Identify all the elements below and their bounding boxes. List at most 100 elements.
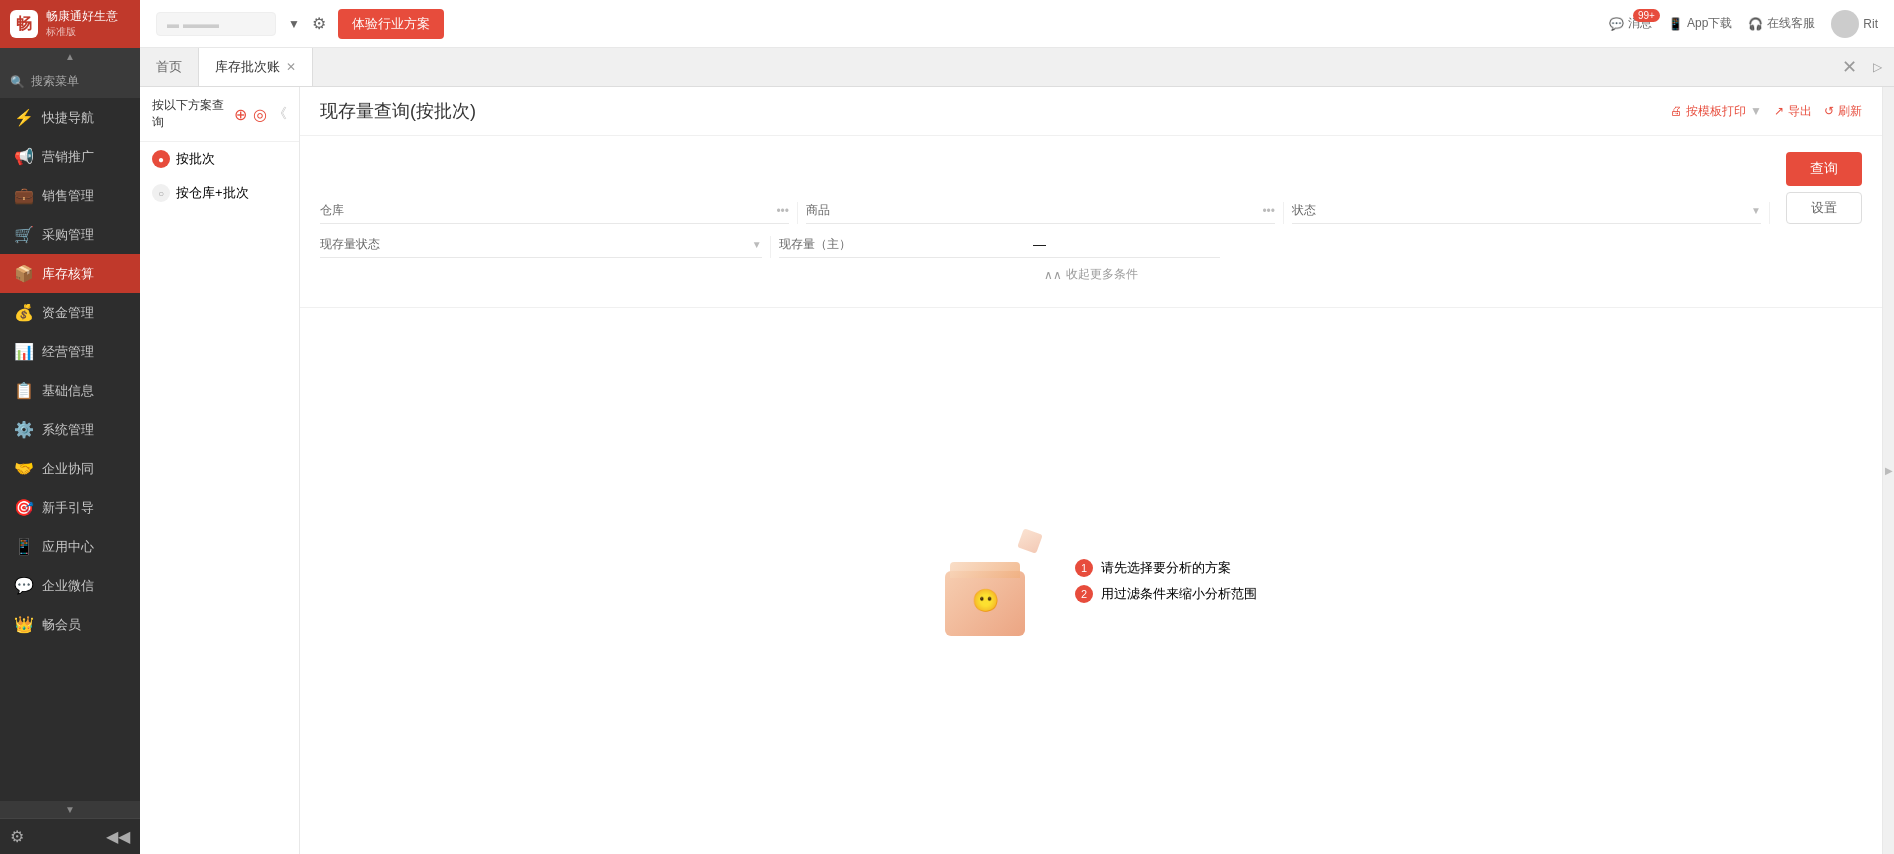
nav-icon-marketing: 📢 [14,147,34,166]
nav-label-newbie: 新手引导 [42,499,94,517]
empty-state-content: 😶 1 请先选择要分析的方案 2 用过滤条件来缩小分析范围 [925,526,1257,636]
goods-more-icon[interactable]: ••• [1262,204,1275,218]
topbar-actions: 💬 消息 99+ 📱 App下载 🎧 在线客服 Rit [1609,10,1878,38]
sidebar-item-apps[interactable]: 📱 应用中心 [0,527,140,566]
panel-expand-icon[interactable]: ▷ [1873,60,1882,74]
collapse-sidebar-icon[interactable]: ◀◀ [106,827,130,846]
nav-label-inventory: 库存核算 [42,265,94,283]
step-2-text: 用过滤条件来缩小分析范围 [1101,585,1257,603]
template-print-button[interactable]: 🖨 按模板打印 ▼ [1670,103,1762,120]
sidebar-search[interactable]: 🔍 搜索菜单 [0,65,140,98]
tab-bar: 首页 库存批次账 ✕ ✕ ▷ [140,48,1894,87]
scheme-item-by-warehouse-batch[interactable]: ○ 按仓库+批次 [140,176,299,210]
sidebar-item-sales[interactable]: 💼 销售管理 [0,176,140,215]
tab-home[interactable]: 首页 [140,48,199,86]
sidebar-item-operations[interactable]: 📊 经营管理 [0,332,140,371]
scheme-panel-header: 按以下方案查询 ⊕ ◎ 《 [140,87,299,142]
scheme-item-by-batch[interactable]: ● 按批次 [140,142,299,176]
nav-icon-purchase: 🛒 [14,225,34,244]
nav-label-sales: 销售管理 [42,187,94,205]
message-icon: 💬 [1609,17,1624,31]
nav-icon-quick-nav: ⚡ [14,108,34,127]
stock-quantity-label: 现存量（主） [779,236,851,253]
sidebar-nav: ⚡ 快捷导航 📢 营销推广 💼 销售管理 🛒 采购管理 📦 库存核算 💰 资金管… [0,98,140,801]
tab-batch-account[interactable]: 库存批次账 ✕ [199,48,313,86]
sidebar: 畅 畅康通好生意 标准版 ▲ 🔍 搜索菜单 ⚡ 快捷导航 📢 营销推广 💼 销售… [0,0,140,854]
nav-icon-sales: 💼 [14,186,34,205]
app-subtitle: 标准版 [46,25,118,39]
search-icon: 🔍 [10,75,25,89]
warehouse-more-icon[interactable]: ••• [776,204,789,218]
empty-illustration: 😶 [925,526,1045,636]
sidebar-scroll-down[interactable]: ▼ [0,801,140,818]
page-header: 现存量查询(按批次) 🖨 按模板打印 ▼ ↗ 导出 ↺ 刷新 [300,87,1882,136]
right-sidebar-toggle[interactable]: ▶ [1882,87,1894,854]
nav-label-quick-nav: 快捷导航 [42,109,94,127]
sidebar-item-quick-nav[interactable]: ⚡ 快捷导航 [0,98,140,137]
status-dropdown-icon[interactable]: ▼ [1751,205,1761,216]
query-panel: 现存量查询(按批次) 🖨 按模板打印 ▼ ↗ 导出 ↺ 刷新 [300,87,1882,854]
empty-state: 😶 1 请先选择要分析的方案 2 用过滤条件来缩小分析范围 [300,308,1882,854]
right-toggle-icon: ▶ [1885,465,1893,476]
filter-area: 仓库 ••• 商品 ••• 状态 ▼ [300,136,1882,308]
nav-label-members: 畅会员 [42,616,81,634]
topbar-dropdown[interactable]: ▼ [288,17,300,31]
online-service-action[interactable]: 🎧 在线客服 [1748,15,1815,32]
collapse-button[interactable]: ∧∧ 收起更多条件 [320,258,1862,291]
sidebar-item-finance[interactable]: 💰 资金管理 [0,293,140,332]
sidebar-item-marketing[interactable]: 📢 营销推广 [0,137,140,176]
empty-step-1: 1 请先选择要分析的方案 [1075,559,1257,577]
app-download-action[interactable]: 📱 App下载 [1668,15,1732,32]
export-icon: ↗ [1774,104,1784,118]
query-button[interactable]: 查询 [1786,152,1862,186]
scheme-icon-inactive: ○ [152,184,170,202]
step-2-number: 2 [1075,585,1093,603]
nav-label-purchase: 采购管理 [42,226,94,244]
refresh-button[interactable]: ↺ 刷新 [1824,103,1862,120]
empty-step-2: 2 用过滤条件来缩小分析范围 [1075,585,1257,603]
scheme-label-by-batch: 按批次 [176,150,215,168]
sidebar-item-enterprise[interactable]: 🤝 企业协同 [0,449,140,488]
scheme-icon-active: ● [152,150,170,168]
trial-button[interactable]: 体验行业方案 [338,9,444,39]
sidebar-item-members[interactable]: 👑 畅会员 [0,605,140,644]
sidebar-item-purchase[interactable]: 🛒 采购管理 [0,215,140,254]
sidebar-item-system[interactable]: ⚙️ 系统管理 [0,410,140,449]
export-button[interactable]: ↗ 导出 [1774,103,1812,120]
nav-icon-inventory: 📦 [14,264,34,283]
content-area: 按以下方案查询 ⊕ ◎ 《 ● 按批次 ○ 按仓库+批次 现存量查询(按批次) [140,87,1894,854]
user-avatar [1831,10,1859,38]
user-profile[interactable]: Rit [1831,10,1878,38]
topbar: ▬ ▬▬▬ ▼ ⚙ 体验行业方案 💬 消息 99+ 📱 App下载 🎧 在线客服… [140,0,1894,48]
print-icon: 🖨 [1670,104,1682,118]
settings-icon[interactable]: ⚙ [10,827,24,846]
topbar-search-box: ▬ ▬▬▬ [156,12,276,36]
print-dropdown-icon[interactable]: ▼ [1750,104,1762,118]
user-name: Rit [1863,17,1878,31]
panel-close-button[interactable]: ✕ [1834,56,1865,78]
tab-close-icon[interactable]: ✕ [286,60,296,74]
headset-icon: 🎧 [1748,17,1763,31]
nav-icon-enterprise: 🤝 [14,459,34,478]
messages-badge: 99+ [1633,9,1660,22]
step-1-text: 请先选择要分析的方案 [1101,559,1231,577]
sidebar-item-inventory[interactable]: 📦 库存核算 [0,254,140,293]
sidebar-item-newbie[interactable]: 🎯 新手引导 [0,488,140,527]
scheme-label-by-warehouse-batch: 按仓库+批次 [176,184,249,202]
messages-action[interactable]: 💬 消息 99+ [1609,15,1652,32]
scheme-panel-title: 按以下方案查询 [152,97,234,131]
topbar-search-icon: ▬ [167,17,179,31]
settings-button[interactable]: 设置 [1786,192,1862,224]
sidebar-item-wechat[interactable]: 💬 企业微信 [0,566,140,605]
nav-icon-newbie: 🎯 [14,498,34,517]
sidebar-item-basic[interactable]: 📋 基础信息 [0,371,140,410]
sidebar-scroll-up[interactable]: ▲ [0,48,140,65]
phone-icon: 📱 [1668,17,1683,31]
quantity-dash: — [1033,237,1046,252]
scheme-settings-icon[interactable]: ◎ [253,105,267,124]
add-scheme-icon[interactable]: ⊕ [234,105,247,124]
refresh-icon: ↺ [1824,104,1834,118]
scheme-collapse-icon[interactable]: 《 [273,105,287,123]
stock-status-dropdown-icon[interactable]: ▼ [752,239,762,250]
topbar-gear-icon[interactable]: ⚙ [312,14,326,33]
